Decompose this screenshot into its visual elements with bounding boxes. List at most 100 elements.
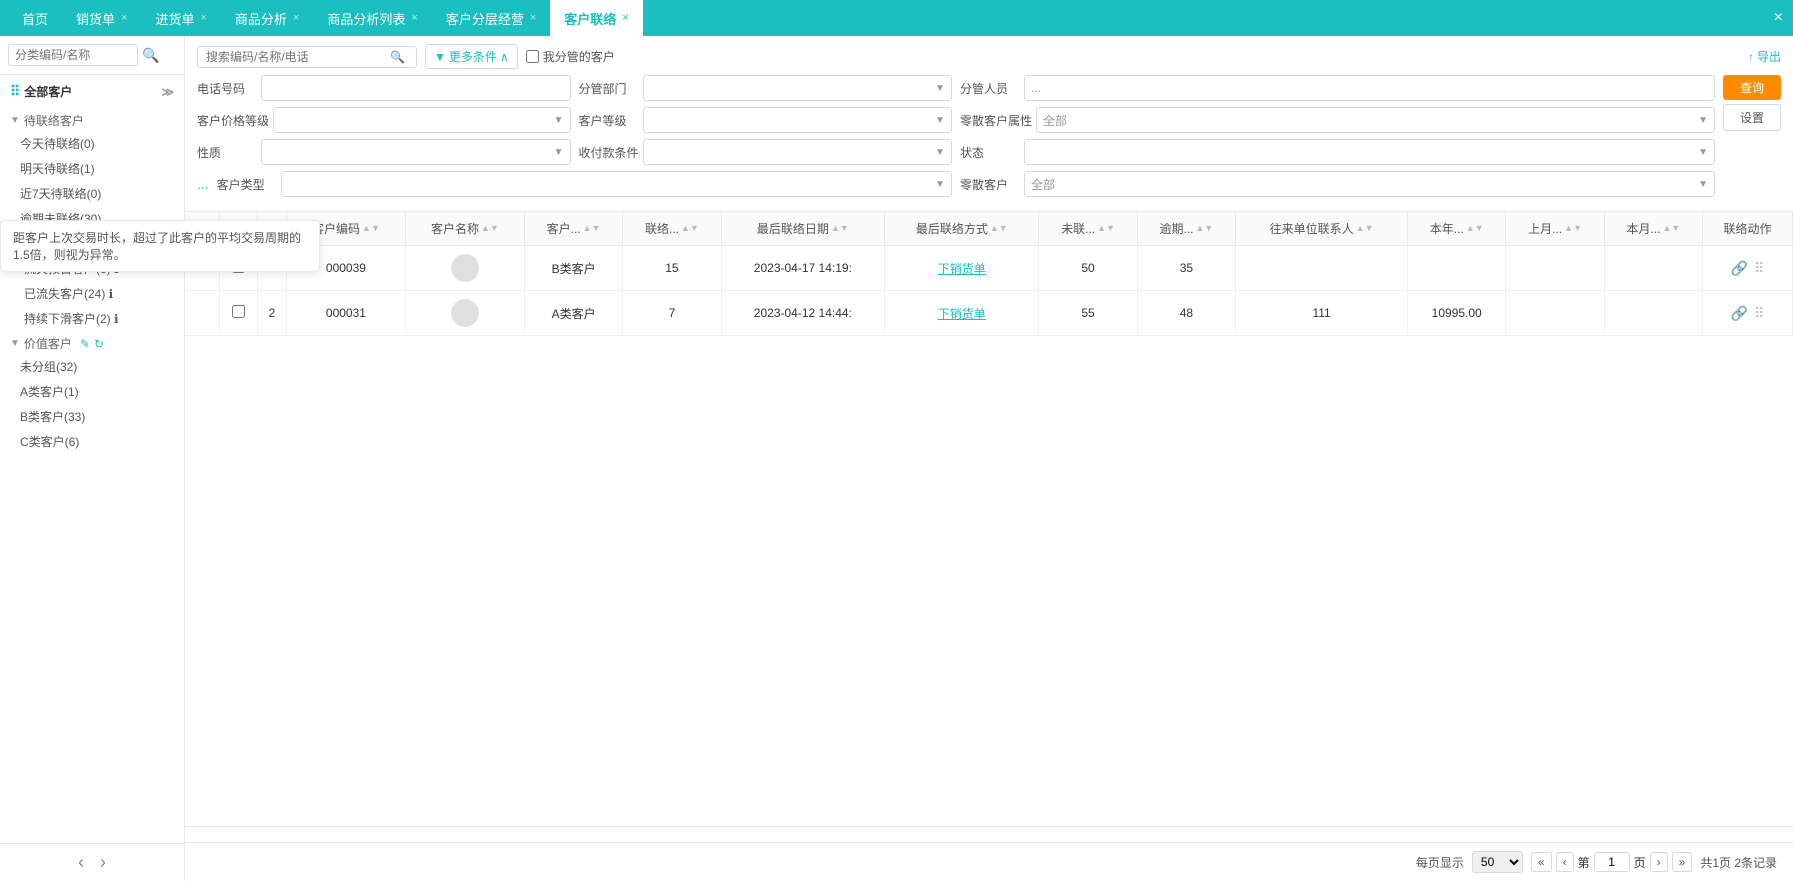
next-page-btn[interactable]: › — [1650, 852, 1668, 872]
sidebar-collapse-icon[interactable]: ≫ — [161, 85, 174, 99]
col-contacts[interactable]: 往来单位联系人▲▼ — [1236, 212, 1408, 246]
row2-last-month — [1506, 291, 1604, 336]
sidebar-item-b-class[interactable]: B类客户(33) — [0, 404, 184, 429]
sidebar-search-input[interactable] — [8, 44, 138, 66]
sidebar-group-pending[interactable]: ▼ 待联络客户 — [0, 108, 184, 131]
col-last-month[interactable]: 上月...▲▼ — [1506, 212, 1604, 246]
filter-row2: 电话号码 分管部门 ▼ — [197, 75, 952, 101]
row1-name — [405, 246, 524, 291]
total-records: 共1页 2条记录 — [1700, 854, 1777, 871]
col-this-year[interactable]: 本年...▲▼ — [1408, 212, 1506, 246]
export-btn[interactable]: ↑ 导出 — [1748, 48, 1781, 65]
dept-select[interactable]: ▼ — [643, 75, 953, 101]
sidebar-group-value-label: 价值客户 — [24, 335, 72, 352]
settings-button[interactable]: 设置 — [1723, 104, 1781, 131]
nav-sales[interactable]: 销货单 × — [62, 0, 141, 36]
sidebar-next-btn[interactable]: › — [96, 848, 110, 877]
sidebar-item-7days[interactable]: 近7天待联络(0) — [0, 181, 184, 206]
row1-last-method[interactable]: 下销货单 — [885, 246, 1039, 291]
col-name[interactable]: 客户名称▲▼ — [405, 212, 524, 246]
sidebar-item-c-class[interactable]: C类客户(6) — [0, 429, 184, 454]
sidebar-item-declining[interactable]: 持续下滑客户(2) ℹ — [0, 306, 184, 331]
row2-last-method-link[interactable]: 下销货单 — [938, 307, 986, 321]
row2-action-link-icon[interactable]: 🔗 — [1731, 305, 1748, 322]
pay-terms-select[interactable]: ▼ — [643, 139, 952, 165]
my-customers-checkbox[interactable] — [526, 50, 539, 63]
nav-customer-contact[interactable]: 客户联络 × — [550, 0, 642, 36]
row1-last-date: 2023-04-17 14:19: — [721, 246, 884, 291]
prev-page-btn[interactable]: ‹ — [1556, 852, 1574, 872]
level-label: 客户等级 — [579, 112, 639, 129]
page-size-select[interactable]: 50 10 20 100 — [1472, 851, 1523, 873]
row2-select-checkbox[interactable] — [232, 305, 245, 318]
nav-customer-contact-close[interactable]: × — [622, 12, 628, 24]
row2-checkbox[interactable] — [219, 291, 257, 336]
price-level-select[interactable]: ▼ — [273, 107, 570, 133]
col-last-method[interactable]: 最后联络方式▲▼ — [885, 212, 1039, 246]
sidebar-item-ungroup[interactable]: 未分组(32) — [0, 354, 184, 379]
more-conditions-btn[interactable]: ▼ 更多条件 ∧ — [425, 44, 518, 69]
nav-purchase[interactable]: 进货单 × — [141, 0, 220, 36]
nav-customer-segment-close[interactable]: × — [530, 12, 536, 24]
sidebar-item-today[interactable]: 今天待联络(0) — [0, 131, 184, 156]
nav-purchase-close[interactable]: × — [200, 12, 206, 24]
row2-contacts: 111 — [1236, 291, 1408, 336]
filter-row5: ... 客户类型 ▼ — [197, 171, 952, 197]
filter-status: 状态 ▼ — [960, 139, 1715, 165]
col-this-month[interactable]: 本月...▲▼ — [1604, 212, 1702, 246]
query-button[interactable]: 查询 — [1723, 75, 1781, 100]
sidebar-group-value[interactable]: ▼ 价值客户 ✎ ↻ — [0, 331, 184, 354]
sidebar-item-a-class[interactable]: A类客户(1) — [0, 379, 184, 404]
level-select[interactable]: ▼ — [643, 107, 953, 133]
col-overdue[interactable]: 逾期...▲▼ — [1137, 212, 1235, 246]
sidebar-item-tomorrow[interactable]: 明天待联络(1) — [0, 156, 184, 181]
sidebar-prev-btn[interactable]: ‹ — [74, 848, 88, 877]
first-page-btn[interactable]: « — [1531, 852, 1552, 872]
page-nav: « ‹ 第 页 › » — [1531, 852, 1692, 872]
nav-product-analysis-list-close[interactable]: × — [411, 12, 417, 24]
phone-input[interactable] — [261, 75, 571, 101]
nav-sales-close[interactable]: × — [121, 12, 127, 24]
col-contact[interactable]: 联络...▲▼ — [623, 212, 721, 246]
filter-right-buttons: 查询 设置 — [1723, 75, 1781, 131]
sidebar-group-value-refresh-icon[interactable]: ↻ — [94, 337, 104, 351]
page-label-pre: 第 — [1578, 854, 1590, 871]
filter-bar: 🔍 ▼ 更多条件 ∧ 我分管的客户 ↑ 导出 — [185, 36, 1793, 212]
gender-select[interactable]: ▼ — [261, 139, 571, 165]
nav-home[interactable]: 首页 — [8, 0, 62, 36]
last-page-btn[interactable]: » — [1672, 852, 1693, 872]
row2-type: A类客户 — [524, 291, 622, 336]
col-uncontacted[interactable]: 未联...▲▼ — [1039, 212, 1137, 246]
h-scrollbar[interactable] — [185, 826, 1793, 842]
filter-row1: 🔍 ▼ 更多条件 ∧ 我分管的客户 ↑ 导出 — [197, 44, 1781, 69]
phone-label: 电话号码 — [197, 80, 257, 97]
search-input-wrap[interactable]: 🔍 — [197, 46, 417, 68]
retail-customer-select[interactable]: 全部 ▼ — [1024, 171, 1715, 197]
nav-product-analysis[interactable]: 商品分析 × — [221, 0, 313, 36]
row2-last-method[interactable]: 下销货单 — [885, 291, 1039, 336]
row1-action-grid-icon[interactable]: ⠿ — [1754, 260, 1764, 277]
current-page-input[interactable] — [1594, 852, 1630, 872]
sidebar-item-churned[interactable]: 已流失客户(24) ℹ — [0, 281, 184, 306]
retail-attr-select[interactable]: 全部 ▼ — [1036, 107, 1715, 133]
sidebar-group-value-edit-icon[interactable]: ✎ — [80, 337, 90, 351]
table-row: 1 000039 B类客户 15 2023-04-17 14:19: 下销货单 … — [185, 246, 1793, 291]
col-customer-type[interactable]: 客户...▲▼ — [524, 212, 622, 246]
nav-customer-segment[interactable]: 客户分层经营 × — [432, 0, 550, 36]
col-action: 联络动作 — [1703, 212, 1793, 246]
col-last-date[interactable]: 最后联络日期▲▼ — [721, 212, 884, 246]
row1-last-method-link[interactable]: 下销货单 — [938, 262, 986, 276]
row1-this-month — [1604, 246, 1702, 291]
window-close-icon[interactable]: × — [1774, 9, 1783, 27]
row2-action-grid-icon[interactable]: ⠿ — [1754, 305, 1764, 322]
search-icon[interactable]: 🔍 — [390, 50, 405, 64]
search-input[interactable] — [206, 50, 386, 64]
ellipsis-icon[interactable]: ... — [197, 176, 209, 192]
sidebar-search-icon[interactable]: 🔍 — [142, 47, 159, 64]
customer-type-select[interactable]: ▼ — [281, 171, 952, 197]
person-input[interactable]: ... — [1024, 75, 1715, 101]
status-select[interactable]: ▼ — [1024, 139, 1715, 165]
nav-product-analysis-list[interactable]: 商品分析列表 × — [313, 0, 431, 36]
nav-product-analysis-close[interactable]: × — [293, 12, 299, 24]
row1-action-link-icon[interactable]: 🔗 — [1731, 260, 1748, 277]
